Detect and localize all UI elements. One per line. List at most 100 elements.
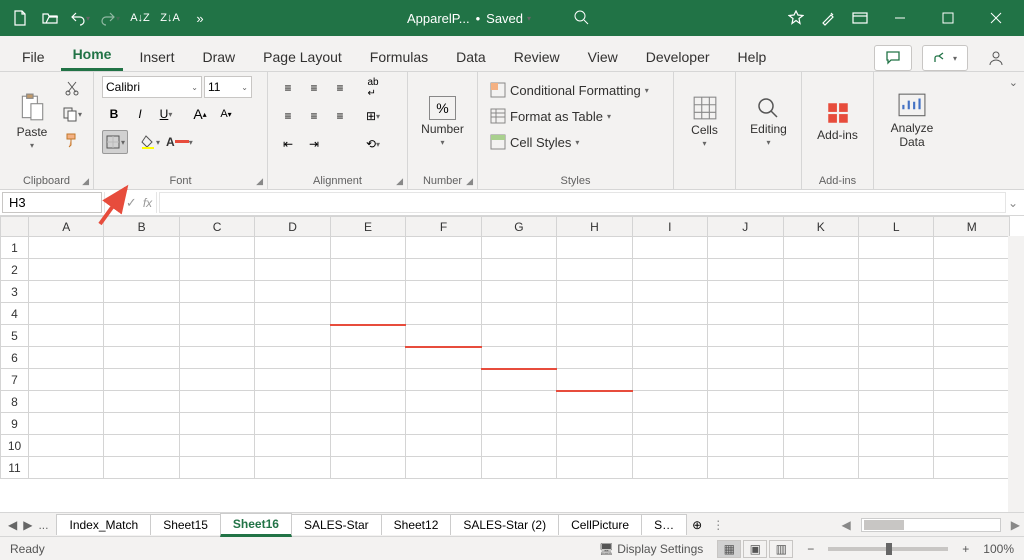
shrink-font-icon[interactable]: A▾ [214,102,238,126]
qat-more-icon[interactable]: » [186,4,214,32]
title-bar: ▾ ▾ A↓Z Z↓A » ApparelP... • Saved▾ [0,0,1024,36]
font-name-select[interactable]: Calibri⌄ [102,76,202,98]
grow-font-icon[interactable]: A▴ [188,102,212,126]
sheet-tab-truncated[interactable]: S… [641,514,687,535]
maximize-button[interactable] [926,3,970,33]
formula-input[interactable] [159,192,1006,213]
tab-review[interactable]: Review [502,43,572,71]
undo-icon[interactable]: ▾ [66,4,94,32]
expand-formula-icon[interactable]: ⌄ [1008,190,1024,215]
enter-formula-icon[interactable]: ✓ [126,195,137,211]
coming-soon-icon[interactable] [814,4,842,32]
sheet-tab[interactable]: SALES-Star [291,514,382,535]
horizontal-scrollbar[interactable] [861,518,1001,532]
column-headers[interactable]: ABCD EFGH IJKLM [1,217,1010,237]
page-layout-view-icon[interactable]: ▣ [743,540,767,558]
tab-draw[interactable]: Draw [190,43,247,71]
sheet-tab-active[interactable]: Sheet16 [220,513,292,537]
bold-button[interactable]: B [102,102,126,126]
align-middle-icon[interactable]: ≡ [302,76,326,100]
page-break-view-icon[interactable]: ▥ [769,540,793,558]
align-center-icon[interactable]: ≡ [302,104,326,128]
redo-icon[interactable]: ▾ [96,4,124,32]
tab-help[interactable]: Help [726,43,779,71]
sheet-nav-next-icon[interactable]: ▶ [23,518,32,532]
sheet-tab[interactable]: SALES-Star (2) [450,514,559,535]
sheet-tab[interactable]: Sheet12 [381,514,452,535]
close-button[interactable] [974,3,1018,33]
dialog-launcher-icon[interactable]: ◢ [82,176,89,187]
account-icon[interactable] [978,45,1014,71]
open-file-icon[interactable] [36,4,64,32]
hscroll-left-icon[interactable]: ◀ [838,518,855,532]
sheet-tab[interactable]: CellPicture [558,514,642,535]
save-state[interactable]: Saved▾ [486,11,531,26]
tab-formulas[interactable]: Formulas [358,43,440,71]
wrap-text-button[interactable]: ab↵ [356,76,390,100]
tab-file[interactable]: File [10,43,57,71]
addins-button[interactable]: Add-ins [811,76,864,166]
decrease-indent-icon[interactable]: ⇤ [276,132,300,156]
sheet-nav-more[interactable]: ... [38,518,48,532]
cancel-formula-icon[interactable]: ✕ [109,195,120,211]
collapse-ribbon-icon[interactable]: ⌄ [1009,76,1018,89]
number-format-button[interactable]: % Number▾ [416,76,469,166]
increase-indent-icon[interactable]: ⇥ [302,132,326,156]
group-styles: Conditional Formatting▾ Format as Table▾… [478,72,674,189]
sort-desc-icon[interactable]: Z↓A [156,4,184,32]
comments-button[interactable] [874,45,912,71]
premium-icon[interactable] [782,4,810,32]
zoom-slider[interactable] [828,547,948,551]
borders-button[interactable]: ▾ [102,130,128,154]
tab-view[interactable]: View [576,43,630,71]
vertical-scrollbar[interactable] [1008,236,1024,512]
tab-home[interactable]: Home [61,40,124,71]
tab-page-layout[interactable]: Page Layout [251,43,354,71]
underline-button[interactable]: U▾ [154,102,178,126]
align-top-icon[interactable]: ≡ [276,76,300,100]
new-file-icon[interactable] [6,4,34,32]
sheet-nav-prev-icon[interactable]: ◀ [8,518,17,532]
copy-icon[interactable]: ▾ [60,102,84,126]
format-as-table-button[interactable]: Format as Table▾ [486,106,653,126]
merge-center-button[interactable]: ⊞▾ [356,104,390,128]
orientation-button[interactable]: ⟲▾ [356,132,390,156]
sort-asc-icon[interactable]: A↓Z [126,4,154,32]
cell-styles-button[interactable]: Cell Styles▾ [486,132,653,152]
align-bottom-icon[interactable]: ≡ [328,76,352,100]
sheet-tab[interactable]: Index_Match [56,514,151,535]
new-sheet-icon[interactable]: ⊕ [686,518,708,532]
worksheet-grid[interactable]: ABCD EFGH IJKLM 1 2 3 4 5 6 7 8 9 10 11 [0,216,1024,512]
editing-button[interactable]: Editing▾ [744,76,793,166]
italic-button[interactable]: I [128,102,152,126]
tab-developer[interactable]: Developer [634,43,722,71]
search-icon[interactable] [573,9,589,28]
tab-data[interactable]: Data [444,43,498,71]
select-all-corner[interactable] [1,217,29,237]
tab-insert[interactable]: Insert [127,43,186,71]
normal-view-icon[interactable]: ▦ [717,540,741,558]
name-box[interactable]: H3 [2,192,102,213]
conditional-formatting-button[interactable]: Conditional Formatting▾ [486,80,653,100]
fill-color-button[interactable]: ▾ [138,130,162,154]
analyze-data-button[interactable]: Analyze Data [882,76,942,166]
dialog-launcher-icon[interactable]: ◢ [466,176,473,187]
cells-button[interactable]: Cells▾ [681,76,729,166]
align-left-icon[interactable]: ≡ [276,104,300,128]
minimize-button[interactable] [878,3,922,33]
font-color-button[interactable]: A▾ [164,130,195,154]
cut-icon[interactable] [60,76,84,100]
group-cells: Cells▾ [674,72,736,189]
hscroll-right-icon[interactable]: ▶ [1007,518,1024,532]
ribbon-display-icon[interactable] [846,4,874,32]
sheet-tab[interactable]: Sheet15 [150,514,221,535]
align-right-icon[interactable]: ≡ [328,104,352,128]
share-button[interactable]: ▾ [922,45,968,71]
dialog-launcher-icon[interactable]: ◢ [256,176,263,187]
table-row: 6 [1,347,1010,369]
font-size-select[interactable]: 11⌄ [204,76,252,98]
dialog-launcher-icon[interactable]: ◢ [396,176,403,187]
paste-button[interactable]: Paste▾ [8,76,56,166]
fx-icon[interactable]: fx [143,196,152,210]
format-painter-icon[interactable] [60,128,84,152]
